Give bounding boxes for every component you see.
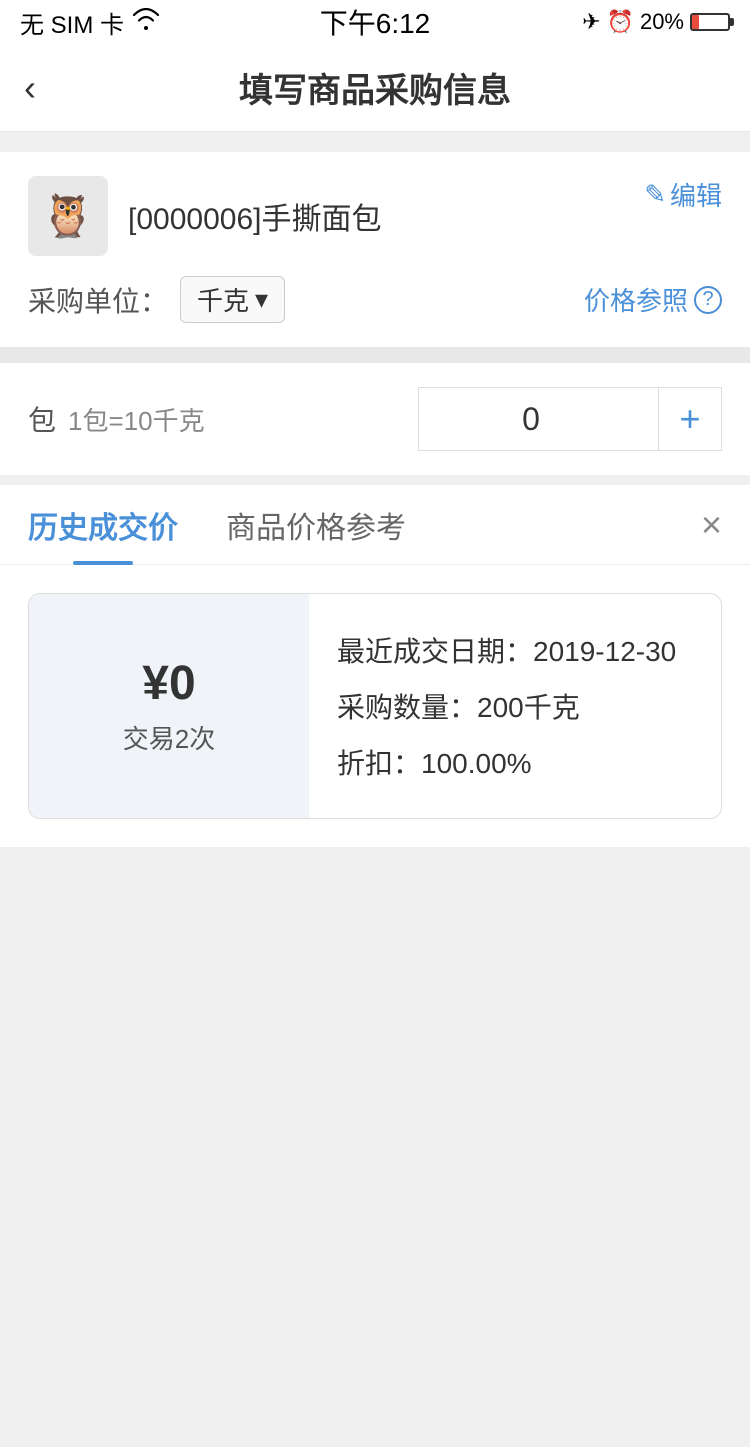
recent-date-label: 最近成交日期： <box>337 636 533 667</box>
quantity-label: 包 1包=10千克 <box>28 399 205 439</box>
quantity-plus-button[interactable]: + <box>658 387 722 451</box>
quantity-controls: + <box>418 387 722 451</box>
unit-bag-label: 包 <box>28 399 56 439</box>
discount-row: 折扣：100.00% <box>337 742 693 782</box>
purchase-qty-row: 采购数量：200千克 <box>337 686 693 726</box>
status-left: 无 SIM 卡 <box>20 5 160 40</box>
history-content: ¥0 交易2次 最近成交日期：2019-12-30 采购数量：200千克 折扣：… <box>0 565 750 847</box>
tab-history-price[interactable]: 历史成交价 <box>28 485 178 565</box>
dropdown-icon: ▾ <box>255 284 268 315</box>
discount-value: 100.00% <box>421 748 532 779</box>
edit-label: 编辑 <box>670 176 722 213</box>
status-bar: 无 SIM 卡 下午6:12 ✈ ⏰ 20% <box>0 0 750 44</box>
product-left: 🦉 [0000006]手撕面包 <box>28 176 381 256</box>
page-title: 填写商品采购信息 <box>239 63 511 112</box>
tab-product-price[interactable]: 商品价格参考 <box>226 485 406 565</box>
tabs-header: 历史成交价 商品价格参考 × <box>0 485 750 565</box>
quantity-row: 包 1包=10千克 + <box>0 363 750 475</box>
trade-count: 交易2次 <box>123 719 215 756</box>
discount-label: 折扣： <box>337 748 421 779</box>
section-divider <box>0 347 750 363</box>
unit-prefix: 采购单位： <box>28 280 168 320</box>
product-name: [0000006]手撕面包 <box>128 194 381 238</box>
help-icon: ? <box>694 286 722 314</box>
unit-select[interactable]: 千克 ▾ <box>180 276 285 323</box>
unit-row: 采购单位： 千克 ▾ <box>28 276 285 323</box>
edit-button[interactable]: ✎ 编辑 <box>644 176 722 213</box>
product-logo-icon: 🦉 <box>42 192 94 241</box>
currency-symbol: ¥ <box>142 657 169 710</box>
history-price-column: ¥0 交易2次 <box>29 594 309 818</box>
product-thumbnail: 🦉 <box>28 176 108 256</box>
nav-bar: ‹ 填写商品采购信息 <box>0 44 750 132</box>
product-footer: 采购单位： 千克 ▾ 价格参照 ? <box>28 276 722 323</box>
tab-history-label: 历史成交价 <box>28 503 178 547</box>
unit-conversion: 1包=10千克 <box>68 401 205 438</box>
history-card: ¥0 交易2次 最近成交日期：2019-12-30 采购数量：200千克 折扣：… <box>28 593 722 819</box>
edit-icon: ✎ <box>644 179 666 210</box>
battery-percent: 20% <box>640 9 684 35</box>
history-price-amount: ¥0 <box>142 656 195 711</box>
quantity-input[interactable] <box>418 387 658 451</box>
history-detail-column: 最近成交日期：2019-12-30 采购数量：200千克 折扣：100.00% <box>309 594 721 818</box>
price-ref-label: 价格参照 <box>584 281 688 318</box>
recent-date-value: 2019-12-30 <box>533 636 676 667</box>
price-ref-button[interactable]: 价格参照 ? <box>584 281 722 318</box>
tabs-panel: 历史成交价 商品价格参考 × ¥0 交易2次 最近成交日期：2019-12-30 <box>0 485 750 847</box>
tab-product-label: 商品价格参考 <box>226 503 406 547</box>
wifi-icon <box>132 8 160 37</box>
close-panel-button[interactable]: × <box>701 504 722 546</box>
location-icon: ✈ <box>582 9 600 35</box>
unit-value: 千克 <box>197 281 249 318</box>
price-value: 0 <box>169 657 196 710</box>
status-time: 下午6:12 <box>320 2 431 42</box>
battery-icon <box>690 13 730 31</box>
purchase-qty-label: 采购数量： <box>337 692 477 723</box>
product-header: 🦉 [0000006]手撕面包 ✎ 编辑 <box>28 176 722 256</box>
tabs-left: 历史成交价 商品价格参考 <box>28 485 406 565</box>
status-right: ✈ ⏰ 20% <box>582 9 730 35</box>
tab-active-indicator <box>73 561 133 565</box>
carrier-text: 无 SIM 卡 <box>20 5 124 40</box>
recent-date-row: 最近成交日期：2019-12-30 <box>337 630 693 670</box>
back-button[interactable]: ‹ <box>24 67 36 109</box>
product-card: 🦉 [0000006]手撕面包 ✎ 编辑 采购单位： 千克 ▾ 价格参照 ? <box>0 152 750 347</box>
alarm-icon: ⏰ <box>607 9 634 35</box>
purchase-qty-value: 200千克 <box>477 692 580 723</box>
page-background <box>0 847 750 1447</box>
